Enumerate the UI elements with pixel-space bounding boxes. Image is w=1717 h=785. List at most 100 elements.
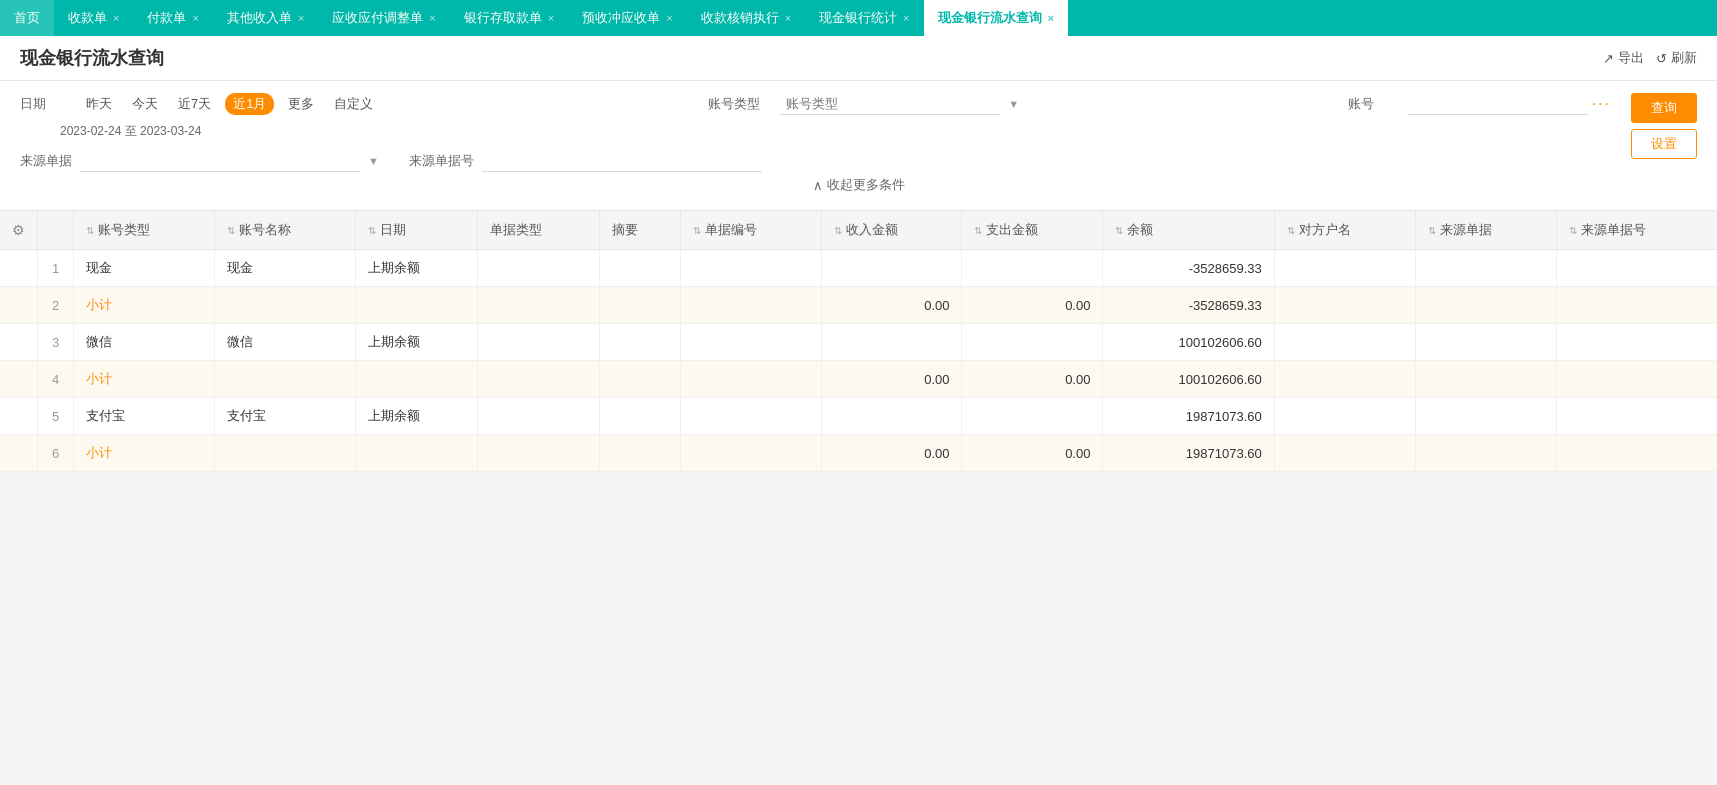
nav-close-liushui[interactable]: × <box>1048 12 1054 24</box>
collapse-icon: ∧ <box>813 178 823 193</box>
cell-balance: -3528659.33 <box>1103 287 1274 324</box>
nav-item-home[interactable]: 首页 <box>0 0 54 36</box>
col-header-summary: 摘要 <box>599 211 680 250</box>
cell-num: 2 <box>38 287 74 324</box>
col-header-date[interactable]: ⇅日期 <box>355 211 477 250</box>
cell-date <box>355 361 477 398</box>
account-ellipsis[interactable]: ··· <box>1592 95 1611 113</box>
source-doc-label: 来源单据 <box>20 152 72 170</box>
col-label-date: 日期 <box>380 222 406 237</box>
date-option-近7天[interactable]: 近7天 <box>172 93 217 115</box>
cell-expense: 0.00 <box>962 435 1103 472</box>
cell-num: 3 <box>38 324 74 361</box>
nav-close-fukuan[interactable]: × <box>192 12 198 24</box>
cell-account_type: 微信 <box>74 324 215 361</box>
cell-expense <box>962 250 1103 287</box>
page-header: 现金银行流水查询 ↗ 导出 ↺ 刷新 <box>0 36 1717 81</box>
date-options: 昨天今天近7天近1月更多自定义 <box>80 93 379 115</box>
cell-counterparty <box>1274 287 1415 324</box>
nav-close-tongji[interactable]: × <box>903 12 909 24</box>
cell-num: 4 <box>38 361 74 398</box>
cell-income <box>821 398 962 435</box>
cell-balance: 100102606.60 <box>1103 361 1274 398</box>
right-buttons: 查询 设置 <box>1631 93 1697 159</box>
cell-account_type: 支付宝 <box>74 398 215 435</box>
source-doc-no-input[interactable] <box>482 150 762 172</box>
nav-close-yushou[interactable]: × <box>666 12 672 24</box>
col-header-expense[interactable]: ⇅支出金额 <box>962 211 1103 250</box>
account-type-label: 账号类型 <box>708 95 760 113</box>
nav-item-fukuan[interactable]: 付款单× <box>133 0 212 36</box>
cell-settings <box>0 287 38 324</box>
cell-account_name <box>214 361 355 398</box>
cell-account_name: 现金 <box>214 250 355 287</box>
account-input[interactable] <box>1408 93 1588 115</box>
nav-close-shoukuan[interactable]: × <box>113 12 119 24</box>
nav-item-hexiao[interactable]: 收款核销执行× <box>687 0 805 36</box>
table-settings-icon[interactable]: ⚙ <box>12 222 25 238</box>
nav-close-hexiao[interactable]: × <box>785 12 791 24</box>
col-header-num <box>38 211 74 250</box>
cell-source_doc <box>1415 250 1556 287</box>
col-header-account_name[interactable]: ⇅账号名称 <box>214 211 355 250</box>
export-button[interactable]: ↗ 导出 <box>1603 49 1644 67</box>
nav-item-shoukuan[interactable]: 收款单× <box>54 0 133 36</box>
cell-balance: 19871073.60 <box>1103 398 1274 435</box>
account-type-input[interactable] <box>780 93 1000 115</box>
cell-doc_type <box>477 435 599 472</box>
filter-area: 日期 昨天今天近7天近1月更多自定义 账号类型 ▼ 账号 ··· 2023-02… <box>0 81 1717 211</box>
query-button[interactable]: 查询 <box>1631 93 1697 123</box>
cell-expense: 0.00 <box>962 361 1103 398</box>
cell-source_doc <box>1415 324 1556 361</box>
nav-item-tongji[interactable]: 现金银行统计× <box>805 0 923 36</box>
cell-account_type: 现金 <box>74 250 215 287</box>
nav-item-qita[interactable]: 其他收入单× <box>213 0 318 36</box>
date-option-近1月[interactable]: 近1月 <box>225 93 274 115</box>
cell-counterparty <box>1274 324 1415 361</box>
cell-doc_type <box>477 361 599 398</box>
collapse-bar[interactable]: ∧ 收起更多条件 <box>20 172 1697 198</box>
col-header-balance[interactable]: ⇅余额 <box>1103 211 1274 250</box>
cell-expense: 0.00 <box>962 287 1103 324</box>
date-option-今天[interactable]: 今天 <box>126 93 164 115</box>
cell-income <box>821 324 962 361</box>
refresh-button[interactable]: ↺ 刷新 <box>1656 49 1697 67</box>
nav-item-yinhang[interactable]: 银行存取款单× <box>450 0 568 36</box>
source-doc-chevron: ▼ <box>368 155 379 167</box>
cell-doc_no <box>680 324 821 361</box>
table-row: 6小计0.000.0019871073.60 <box>0 435 1717 472</box>
cell-doc_no <box>680 361 821 398</box>
cell-summary <box>599 250 680 287</box>
sort-icon-income: ⇅ <box>834 225 842 236</box>
col-header-counterparty[interactable]: ⇅对方户名 <box>1274 211 1415 250</box>
nav-close-yingshou[interactable]: × <box>429 12 435 24</box>
account-label: 账号 <box>1348 95 1388 113</box>
date-option-自定义[interactable]: 自定义 <box>328 93 379 115</box>
nav-close-qita[interactable]: × <box>298 12 304 24</box>
cell-expense <box>962 324 1103 361</box>
nav-close-yinhang[interactable]: × <box>548 12 554 24</box>
nav-item-yingshou[interactable]: 应收应付调整单× <box>318 0 449 36</box>
cell-account_name <box>214 435 355 472</box>
cell-date: 上期余额 <box>355 250 477 287</box>
cell-source_doc <box>1415 435 1556 472</box>
settings-button[interactable]: 设置 <box>1631 129 1697 159</box>
col-header-doc_no[interactable]: ⇅单据编号 <box>680 211 821 250</box>
col-label-doc_type: 单据类型 <box>490 222 542 237</box>
date-option-昨天[interactable]: 昨天 <box>80 93 118 115</box>
col-header-source_doc_no[interactable]: ⇅来源单据号 <box>1556 211 1717 250</box>
source-doc-input[interactable] <box>80 150 360 172</box>
export-icon: ↗ <box>1603 51 1614 66</box>
cell-account_name: 微信 <box>214 324 355 361</box>
cell-income: 0.00 <box>821 287 962 324</box>
col-header-income[interactable]: ⇅收入金额 <box>821 211 962 250</box>
cell-balance: 100102606.60 <box>1103 324 1274 361</box>
col-header-source_doc[interactable]: ⇅来源单据 <box>1415 211 1556 250</box>
cell-balance: -3528659.33 <box>1103 250 1274 287</box>
date-option-更多[interactable]: 更多 <box>282 93 320 115</box>
table-row: 4小计0.000.00100102606.60 <box>0 361 1717 398</box>
sort-icon-expense: ⇅ <box>974 225 982 236</box>
col-header-account_type[interactable]: ⇅账号类型 <box>74 211 215 250</box>
nav-item-liushui[interactable]: 现金银行流水查询× <box>924 0 1068 36</box>
nav-item-yushou[interactable]: 预收冲应收单× <box>568 0 686 36</box>
